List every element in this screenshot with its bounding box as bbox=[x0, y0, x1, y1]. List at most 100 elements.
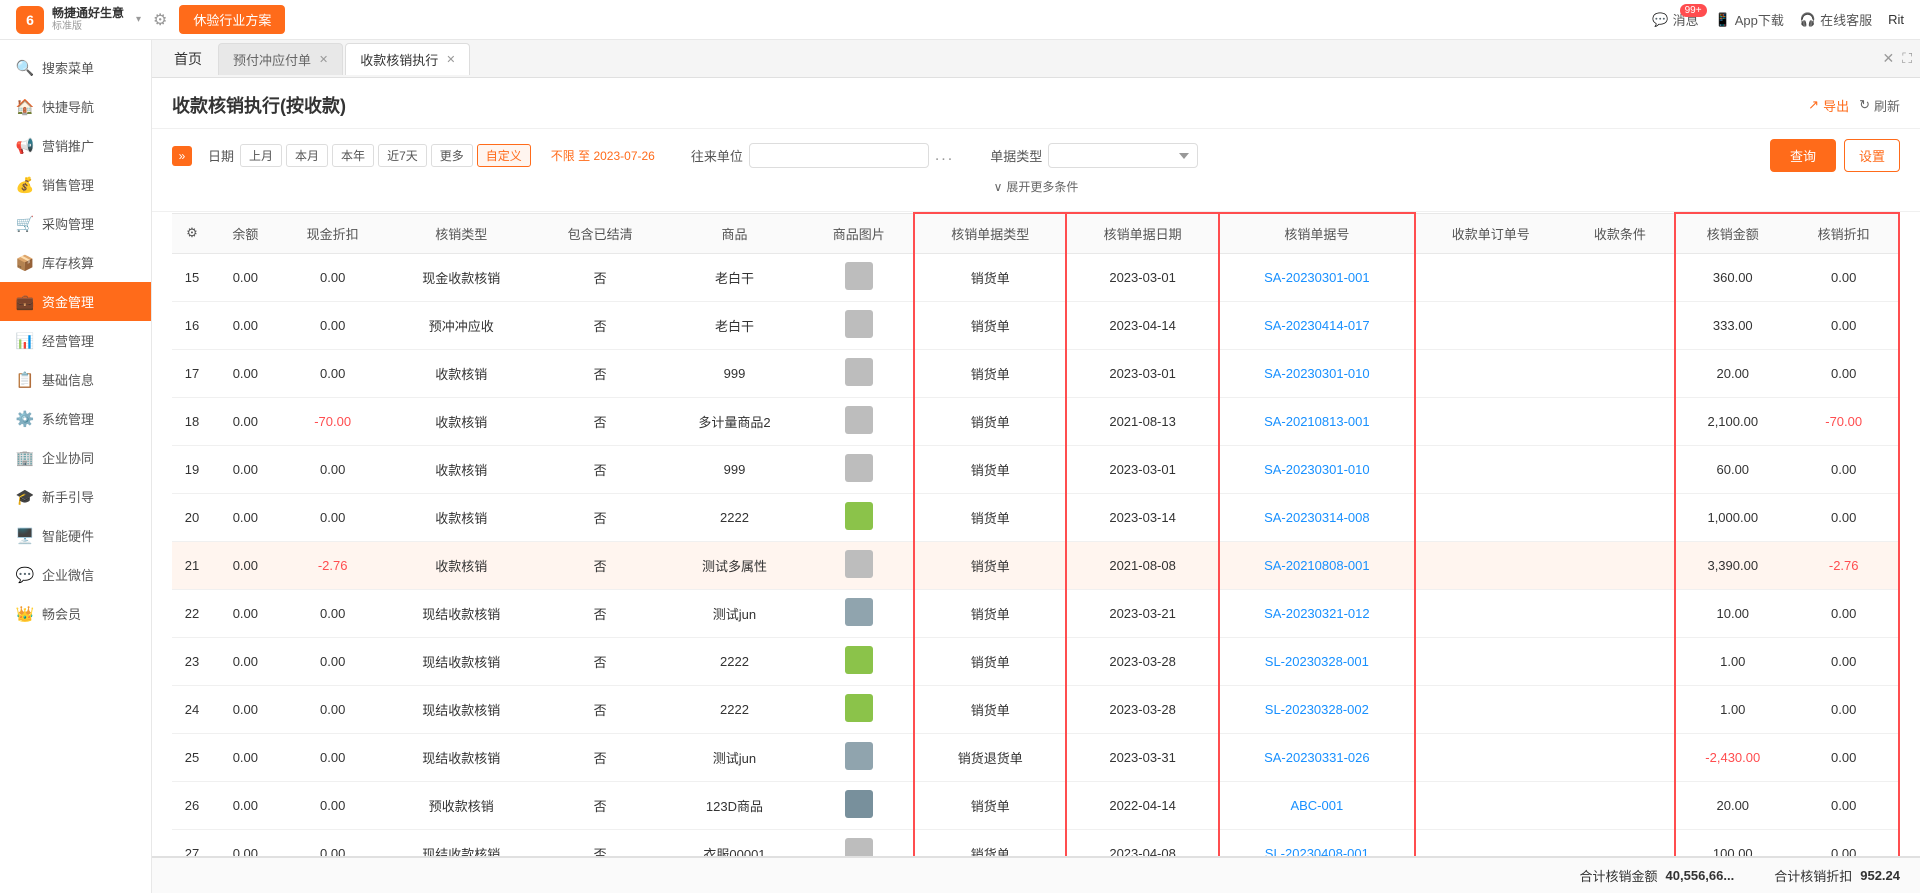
app-download-link[interactable]: 📱 App下载 bbox=[1715, 10, 1784, 29]
sidebar-item-inventory[interactable]: 📦 库存核算 bbox=[0, 243, 151, 282]
voucher-no-link[interactable]: SL-20230408-001 bbox=[1265, 846, 1369, 856]
voucher-no-link[interactable]: SA-20210808-001 bbox=[1264, 558, 1370, 573]
cell-include-settled: 否 bbox=[536, 590, 665, 638]
settings-gear-icon[interactable]: ⚙ bbox=[153, 10, 167, 30]
cell-voucher-bill-date: 2022-04-14 bbox=[1066, 782, 1218, 830]
voucher-no-link[interactable]: SL-20230328-001 bbox=[1265, 654, 1369, 669]
setting-button[interactable]: 设置 bbox=[1844, 139, 1900, 172]
voucher-no-link[interactable]: SA-20230301-001 bbox=[1264, 270, 1370, 285]
expand-collapse-icon[interactable]: » bbox=[172, 146, 192, 166]
th-collection-order-no: 收款单订单号 bbox=[1415, 213, 1566, 254]
sidebar-item-wechat[interactable]: 💬 企业微信 bbox=[0, 555, 151, 594]
sidebar-item-sales[interactable]: 💰 销售管理 bbox=[0, 165, 151, 204]
refresh-button[interactable]: ↻ 刷新 bbox=[1859, 96, 1900, 115]
tab-collection-close-icon[interactable]: ✕ bbox=[446, 53, 455, 66]
sidebar-item-nav[interactable]: 🏠 快捷导航 bbox=[0, 87, 151, 126]
query-button[interactable]: 查询 bbox=[1770, 139, 1836, 172]
partner-dots-icon[interactable]: ... bbox=[935, 147, 954, 165]
cell-voucher-bill-no: SA-20230321-012 bbox=[1219, 590, 1415, 638]
window-close-icon[interactable]: ✕ bbox=[1882, 50, 1894, 67]
table-row: 22 0.00 0.00 现结收款核销 否 测试jun 销货单 2023-03-… bbox=[172, 590, 1899, 638]
export-icon: ↗ bbox=[1808, 97, 1819, 113]
tab-prepay-close-icon[interactable]: ✕ bbox=[319, 53, 328, 66]
partner-input[interactable] bbox=[749, 143, 929, 168]
tab-prepay[interactable]: 预付冲应付单 ✕ bbox=[218, 43, 343, 75]
voucher-no-link[interactable]: SL-20230328-002 bbox=[1265, 702, 1369, 717]
cell-product-img bbox=[804, 734, 914, 782]
sidebar-item-search[interactable]: 🔍 搜索菜单 bbox=[0, 48, 151, 87]
sidebar-item-marketing[interactable]: 📢 营销推广 bbox=[0, 126, 151, 165]
cell-verify-type: 现结收款核销 bbox=[387, 734, 536, 782]
sidebar-item-hardware[interactable]: 🖥️ 智能硬件 bbox=[0, 516, 151, 555]
tab-collection[interactable]: 收款核销执行 ✕ bbox=[345, 43, 470, 75]
sidebar-item-member[interactable]: 👑 畅会员 bbox=[0, 594, 151, 633]
cell-product: 老白干 bbox=[664, 302, 804, 350]
sidebar-item-purchase[interactable]: 🛒 采购管理 bbox=[0, 204, 151, 243]
th-product: 商品 bbox=[664, 213, 804, 254]
cell-verify-amount: 20.00 bbox=[1675, 782, 1789, 830]
cell-product: 衣服00001 bbox=[664, 830, 804, 857]
date-btn-more[interactable]: 更多 bbox=[431, 144, 473, 167]
voucher-no-link[interactable]: SA-20210813-001 bbox=[1264, 414, 1370, 429]
window-maximize-icon[interactable]: ⛶ bbox=[1902, 50, 1912, 67]
voucher-no-link[interactable]: SA-20230331-026 bbox=[1264, 750, 1370, 765]
cell-cash-discount: 0.00 bbox=[279, 446, 387, 494]
cell-voucher-bill-no: SL-20230328-002 bbox=[1219, 686, 1415, 734]
logo-dropdown-arrow[interactable]: ▾ bbox=[136, 14, 141, 25]
page-header-actions: ↗ 导出 ↻ 刷新 bbox=[1808, 96, 1900, 115]
expand-conditions-btn[interactable]: ∨ 展开更多条件 bbox=[994, 178, 1079, 195]
cell-payment-terms bbox=[1566, 446, 1676, 494]
sidebar-item-basic[interactable]: 📋 基础信息 bbox=[0, 360, 151, 399]
table-row: 15 0.00 0.00 现金收款核销 否 老白干 销货单 2023-03-01… bbox=[172, 254, 1899, 302]
cell-voucher-bill-no: ABC-001 bbox=[1219, 782, 1415, 830]
table-row: 20 0.00 0.00 收款核销 否 2222 销货单 2023-03-14 … bbox=[172, 494, 1899, 542]
date-btn-custom[interactable]: 自定义 bbox=[477, 144, 531, 167]
tab-home[interactable]: 首页 bbox=[160, 43, 216, 75]
cell-product-img bbox=[804, 398, 914, 446]
voucher-type-select[interactable] bbox=[1048, 143, 1198, 168]
table-row: 24 0.00 0.00 现结收款核销 否 2222 销货单 2023-03-2… bbox=[172, 686, 1899, 734]
cell-verify-amount: 100.00 bbox=[1675, 830, 1789, 857]
voucher-no-link[interactable]: SA-20230301-010 bbox=[1264, 366, 1370, 381]
cell-product: 测试jun bbox=[664, 734, 804, 782]
page-header: 收款核销执行(按收款) ↗ 导出 ↻ 刷新 bbox=[152, 78, 1920, 129]
cell-collection-order-no bbox=[1415, 398, 1566, 446]
cell-seq: 18 bbox=[172, 398, 212, 446]
sidebar-item-corp[interactable]: 🏢 企业协同 bbox=[0, 438, 151, 477]
table-row: 17 0.00 0.00 收款核销 否 999 销货单 2023-03-01 S… bbox=[172, 350, 1899, 398]
operation-icon: 📊 bbox=[16, 332, 34, 350]
sidebar-label-purchase: 采购管理 bbox=[42, 214, 94, 233]
voucher-no-link[interactable]: SA-20230301-010 bbox=[1264, 462, 1370, 477]
cell-payment-terms bbox=[1566, 638, 1676, 686]
cell-voucher-bill-type: 销货单 bbox=[914, 830, 1066, 857]
cell-verify-amount: 1.00 bbox=[1675, 638, 1789, 686]
date-btn-this-year[interactable]: 本年 bbox=[332, 144, 374, 167]
industry-btn[interactable]: 休验行业方案 bbox=[179, 5, 285, 34]
sidebar-item-system[interactable]: ⚙️ 系统管理 bbox=[0, 399, 151, 438]
voucher-no-link[interactable]: SA-20230321-012 bbox=[1264, 606, 1370, 621]
voucher-no-link[interactable]: SA-20230314-008 bbox=[1264, 510, 1370, 525]
cell-collection-order-no bbox=[1415, 350, 1566, 398]
cell-balance: 0.00 bbox=[212, 638, 279, 686]
cell-payment-terms bbox=[1566, 686, 1676, 734]
th-settings[interactable]: ⚙ bbox=[172, 213, 212, 254]
voucher-no-link[interactable]: ABC-001 bbox=[1290, 798, 1343, 813]
online-service-link[interactable]: 🎧 在线客服 bbox=[1800, 10, 1872, 29]
cell-verify-amount: 10.00 bbox=[1675, 590, 1789, 638]
sidebar-label-basic: 基础信息 bbox=[42, 370, 94, 389]
cell-product: 999 bbox=[664, 446, 804, 494]
sidebar-item-operation[interactable]: 📊 经营管理 bbox=[0, 321, 151, 360]
sidebar-item-finance[interactable]: 💼 资金管理 bbox=[0, 282, 151, 321]
message-icon-wrap[interactable]: 💬 消息 99+ bbox=[1652, 10, 1698, 29]
voucher-no-link[interactable]: SA-20230414-017 bbox=[1264, 318, 1370, 333]
message-badge-count: 99+ bbox=[1680, 4, 1707, 17]
cell-verify-amount: 20.00 bbox=[1675, 350, 1789, 398]
export-button[interactable]: ↗ 导出 bbox=[1808, 96, 1849, 115]
date-btn-last-month[interactable]: 上月 bbox=[240, 144, 282, 167]
cell-voucher-bill-date: 2021-08-13 bbox=[1066, 398, 1218, 446]
cell-voucher-bill-no: SL-20230408-001 bbox=[1219, 830, 1415, 857]
sidebar-item-guide[interactable]: 🎓 新手引导 bbox=[0, 477, 151, 516]
member-icon: 👑 bbox=[16, 605, 34, 623]
date-btn-this-month[interactable]: 本月 bbox=[286, 144, 328, 167]
date-btn-7days[interactable]: 近7天 bbox=[378, 144, 427, 167]
